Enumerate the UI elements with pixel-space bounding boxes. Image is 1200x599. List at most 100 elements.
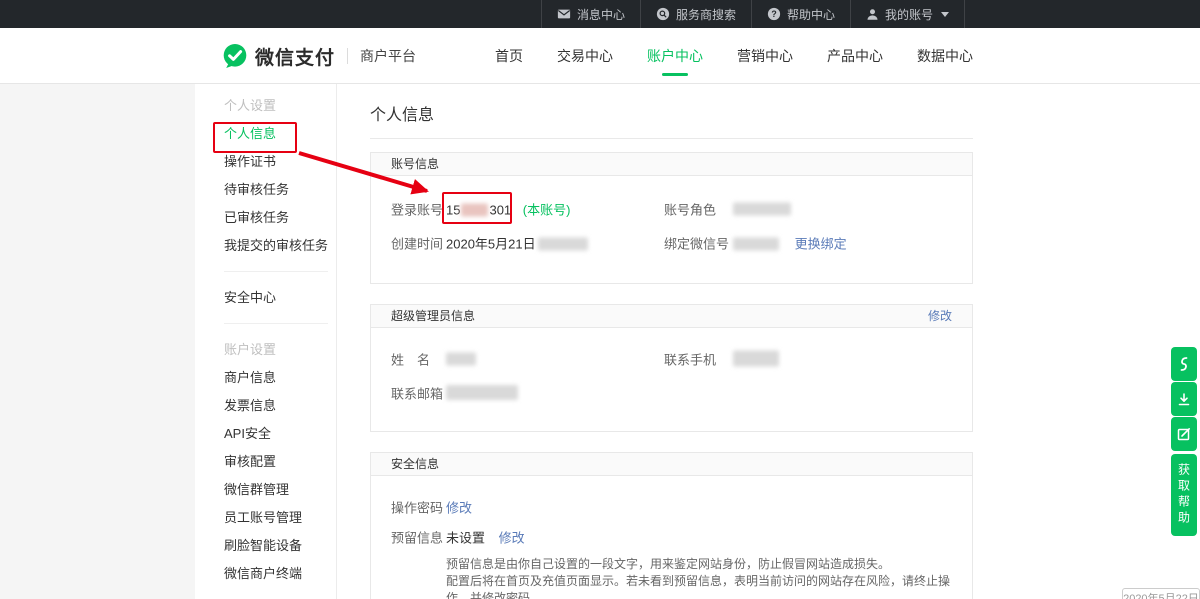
admin-modify-link[interactable]: 修改	[928, 305, 952, 328]
redacted-login-number	[461, 204, 488, 217]
left-gray-band	[0, 84, 195, 599]
redacted-admin-name	[446, 353, 476, 366]
account-role-value	[733, 202, 791, 217]
title-divider	[370, 138, 973, 139]
password-modify-link[interactable]: 修改	[446, 498, 472, 517]
sidebar-item-merchant-info[interactable]: 商户信息	[224, 364, 336, 392]
sidebar-item-face-device[interactable]: 刷脸智能设备	[224, 532, 336, 560]
this-account-tag: (本账号)	[523, 203, 571, 218]
reserved-info-value: 未设置 修改	[446, 528, 525, 547]
login-account-label: 登录账号	[391, 200, 443, 219]
portal-name: 商户平台	[360, 46, 416, 66]
account-info-card-header: 账号信息	[371, 153, 972, 176]
redacted-contact-email	[446, 385, 518, 400]
search-icon	[656, 7, 670, 21]
sidebar-divider	[224, 271, 328, 272]
sidebar-item-wechat-group[interactable]: 微信群管理	[224, 476, 336, 504]
admin-info-card: 超级管理员信息 修改 姓 名 联系手机 联系邮箱	[370, 304, 973, 432]
change-binding-link[interactable]: 更换绑定	[795, 237, 847, 252]
description-line: 预留信息是由你自己设置的一段文字，用来鉴定网站身份，防止假冒网站造成损失。	[446, 556, 972, 573]
sidebar-item-security-center[interactable]: 安全中心	[224, 284, 336, 312]
service-search-label: 服务商搜索	[676, 6, 736, 23]
login-number-suffix: 301	[489, 203, 511, 218]
admin-info-card-body: 姓 名 联系手机 联系邮箱	[371, 328, 972, 431]
sidebar: 个人设置 个人信息 操作证书 待审核任务 已审核任务 我提交的审核任务 安全中心…	[195, 84, 337, 599]
message-center-label: 消息中心	[577, 6, 625, 23]
redacted-wechat-id	[733, 238, 779, 251]
my-account-item[interactable]: 我的账号	[850, 0, 965, 28]
sidebar-item-review-config[interactable]: 审核配置	[224, 448, 336, 476]
account-role-label: 账号角色	[664, 200, 716, 219]
bound-wechat-value: 更换绑定	[733, 234, 847, 253]
nav-marketing-center[interactable]: 营销中心	[737, 46, 793, 66]
reserved-info-description: 预留信息是由你自己设置的一段文字，用来鉴定网站身份，防止假冒网站造成损失。 配置…	[446, 556, 972, 599]
field-row: 联系邮箱	[371, 376, 972, 410]
sidebar-item-personal-info[interactable]: 个人信息	[224, 120, 336, 148]
page-title: 个人信息	[370, 101, 973, 125]
nav-account-center[interactable]: 账户中心	[647, 46, 703, 66]
user-icon	[866, 8, 879, 21]
nav-product-center[interactable]: 产品中心	[827, 46, 883, 66]
reserved-info-label: 预留信息	[391, 528, 443, 547]
sidebar-item-invoice-info[interactable]: 发票信息	[224, 392, 336, 420]
brand-name: 微信支付	[255, 43, 335, 70]
sidebar-item-reviewed-tasks[interactable]: 已审核任务	[224, 204, 336, 232]
field-row: 登录账号 15301 (本账号) 账号角色	[371, 192, 972, 226]
contact-email-label: 联系邮箱	[391, 384, 443, 403]
help-center-item[interactable]: ? 帮助中心	[751, 0, 850, 28]
reserved-modify-link[interactable]: 修改	[499, 531, 525, 546]
wechat-pay-logo-icon	[222, 43, 248, 69]
contact-phone-value	[733, 351, 779, 368]
account-info-card: 账号信息 登录账号 15301 (本账号) 账号角色 创建时间	[370, 152, 973, 284]
message-center-item[interactable]: 消息中心	[541, 0, 640, 28]
sidebar-item-my-submitted-tasks[interactable]: 我提交的审核任务	[224, 232, 336, 260]
security-info-card-title: 安全信息	[391, 453, 439, 476]
download-icon	[1177, 392, 1191, 407]
field-row: 创建时间 2020年5月21日 绑定微信号 更换绑定	[371, 226, 972, 260]
brand: 微信支付 商户平台	[222, 28, 416, 84]
field-row: 操作密码 修改	[371, 492, 972, 522]
help-center-label: 帮助中心	[787, 6, 835, 23]
security-info-card-header: 安全信息	[371, 453, 972, 476]
main-content: 个人信息 账号信息 登录账号 15301 (本账号) 账号角色	[370, 84, 973, 599]
admin-name-value	[446, 352, 476, 367]
sidebar-item-merchant-terminal[interactable]: 微信商户终端	[224, 560, 336, 588]
nav-trade-center[interactable]: 交易中心	[557, 46, 613, 66]
redacted-account-role	[733, 203, 791, 216]
top-utility-bar: 消息中心 服务商搜索 ? 帮助中心 我的账号	[0, 0, 1200, 28]
help-icon: ?	[767, 7, 781, 21]
created-date-text: 2020年5月21日	[446, 237, 536, 252]
sidebar-section-personal-settings: 个人设置	[224, 92, 336, 120]
redacted-created-time	[538, 238, 588, 251]
nav-home[interactable]: 首页	[495, 46, 523, 66]
reserved-not-set-text: 未设置	[446, 531, 485, 546]
feedback-button[interactable]	[1171, 417, 1197, 451]
account-info-card-title: 账号信息	[391, 153, 439, 176]
site-header: 微信支付 商户平台 首页 交易中心 账户中心 营销中心 产品中心 数据中心	[0, 28, 1200, 84]
assistant-button[interactable]	[1171, 347, 1197, 381]
main-area: 个人信息 账号信息 登录账号 15301 (本账号) 账号角色	[337, 84, 1200, 599]
float-help-widget: 获取帮助	[1171, 347, 1197, 536]
contact-phone-label: 联系手机	[664, 350, 716, 369]
brand-separator	[347, 48, 348, 64]
created-time-label: 创建时间	[391, 234, 443, 253]
nav-data-center[interactable]: 数据中心	[917, 46, 973, 66]
svg-text:?: ?	[771, 9, 776, 19]
edit-icon	[1177, 427, 1191, 441]
created-time-value: 2020年5月21日	[446, 234, 588, 253]
sidebar-item-pending-tasks[interactable]: 待审核任务	[224, 176, 336, 204]
admin-info-card-title: 超级管理员信息	[391, 305, 475, 328]
field-row: 姓 名 联系手机	[371, 342, 972, 376]
admin-info-card-header: 超级管理员信息 修改	[371, 305, 972, 328]
download-button[interactable]	[1171, 382, 1197, 416]
get-help-button[interactable]: 获取帮助	[1171, 454, 1197, 536]
sidebar-item-operation-cert[interactable]: 操作证书	[224, 148, 336, 176]
description-line: 配置后将在首页及充值页面显示。若未看到预留信息，表明当前访问的网站存在风险，请终…	[446, 573, 972, 599]
sidebar-item-api-security[interactable]: API安全	[224, 420, 336, 448]
security-info-card-body: 操作密码 修改 预留信息 未设置 修改 预留信息是由你自己设置的一段文字，用来鉴…	[371, 476, 972, 599]
mail-icon	[557, 7, 571, 21]
sidebar-section-account-settings: 账户设置	[224, 336, 336, 364]
date-tooltip: 2020年5月22日	[1122, 588, 1200, 599]
service-search-item[interactable]: 服务商搜索	[640, 0, 751, 28]
sidebar-item-staff-account[interactable]: 员工账号管理	[224, 504, 336, 532]
